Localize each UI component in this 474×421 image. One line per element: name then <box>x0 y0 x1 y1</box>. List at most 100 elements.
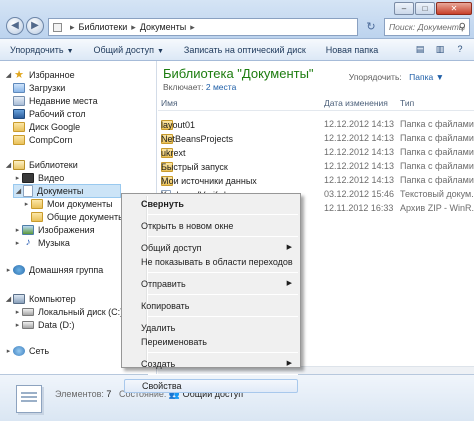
context-menu-item[interactable]: Общий доступ ▶ <box>124 241 298 255</box>
nav-item-label: Видео <box>38 173 65 183</box>
address-bar[interactable]: ▸ Библиотеки ▸ Документы ▸ <box>48 18 358 36</box>
context-menu-item[interactable]: Копировать <box>124 299 298 313</box>
file-name: ukrext <box>161 148 186 158</box>
nav-item-downloads[interactable]: Загрузки <box>13 81 65 95</box>
file-type: Папка с файлами <box>400 133 474 143</box>
expand-icon[interactable]: ▸ <box>13 174 22 182</box>
documents-library-icon <box>23 185 33 197</box>
file-date: 12.12.2012 14:13 <box>324 147 395 157</box>
file-name: Мои источники данных <box>161 176 257 186</box>
library-details-icon <box>16 385 42 413</box>
maximize-button[interactable]: □ <box>415 2 435 15</box>
column-header-date[interactable]: Дата изменения <box>324 98 388 108</box>
nav-item-public-documents[interactable]: Общие документы <box>31 210 125 224</box>
file-type: Папка с файлами <box>400 161 474 171</box>
nav-item-compcorn[interactable]: CompCorn <box>13 133 73 147</box>
share-label: Общий доступ <box>93 44 154 55</box>
file-row[interactable]: ukrext 12.12.2012 14:13 Папка с файлами <box>158 145 474 159</box>
expand-icon[interactable]: ▸ <box>4 347 13 355</box>
preview-pane-icon[interactable]: ▥ <box>432 42 448 57</box>
back-button[interactable]: ◀ <box>6 17 24 35</box>
nav-homegroup[interactable]: ▸ Домашняя группа <box>4 263 103 277</box>
context-menu-item[interactable]: Не показывать в области переходов <box>124 255 298 269</box>
file-row[interactable]: Мои источники данных 12.12.2012 14:13 Папк… <box>158 173 474 187</box>
nav-item-google-drive[interactable]: Диск Google <box>13 120 80 134</box>
nav-item-video[interactable]: ▸ Видео <box>13 171 64 185</box>
nav-item-drive-d[interactable]: ▸ Data (D:) <box>13 318 75 332</box>
collapse-icon[interactable]: ◢ <box>4 295 13 303</box>
menu-separator <box>148 272 298 273</box>
nav-network[interactable]: ▸ Сеть <box>4 344 49 358</box>
downloads-folder-icon <box>13 83 25 93</box>
nav-item-music[interactable]: ▸ ♪ Музыка <box>13 236 70 250</box>
file-name: Быстрый запуск <box>161 162 228 172</box>
nav-item-desktop[interactable]: Рабочий стол <box>13 107 86 121</box>
expand-icon[interactable]: ▸ <box>13 321 22 329</box>
view-icon[interactable]: ▤ <box>412 42 428 57</box>
expand-icon[interactable]: ▸ <box>13 239 22 247</box>
search-icon: ⚲ <box>458 22 466 33</box>
forward-button[interactable]: ▶ <box>26 17 44 35</box>
nav-item-label: Мои документы <box>47 199 113 209</box>
nav-favorites[interactable]: ◢ ★ Избранное <box>4 68 75 82</box>
breadcrumb-libraries[interactable]: Библиотеки <box>79 22 128 32</box>
arrange-label: Упорядочить: <box>348 72 402 82</box>
nav-favorites-label: Избранное <box>29 70 75 80</box>
context-menu-item[interactable]: Отправить ▶ <box>124 277 298 291</box>
chevron-right-icon: ▸ <box>131 21 136 32</box>
nav-item-drive-c[interactable]: ▸ Локальный диск (C:) <box>13 305 123 319</box>
expand-icon[interactable]: ▸ <box>13 226 22 234</box>
collapse-icon[interactable]: ◢ <box>4 71 13 79</box>
help-icon[interactable]: ? <box>452 42 468 57</box>
context-menu-item[interactable]: Открыть в новом окне <box>124 219 298 233</box>
expand-icon[interactable]: ▸ <box>4 266 13 274</box>
nav-item-label: Загрузки <box>29 83 66 93</box>
nav-computer[interactable]: ◢ Компьютер <box>4 292 76 306</box>
includes-locations-link[interactable]: 2 места <box>206 82 236 92</box>
context-menu-item[interactable]: Удалить <box>124 321 298 335</box>
nav-item-my-documents[interactable]: ▸ Мои документы <box>22 197 113 211</box>
close-button[interactable]: ✕ <box>436 2 472 15</box>
expand-icon[interactable]: ▸ <box>13 308 22 316</box>
drive-icon <box>22 308 34 316</box>
arrange-dropdown[interactable]: Папка ▼ <box>409 72 444 82</box>
nav-homegroup-label: Домашняя группа <box>29 265 104 275</box>
menu-item-label: Копировать <box>141 301 190 311</box>
nav-item-pictures[interactable]: ▸ Изображения <box>13 223 95 237</box>
pictures-library-icon <box>22 225 34 235</box>
context-menu-item[interactable]: Создать ▶ <box>124 357 298 371</box>
context-menu-item[interactable]: Свернуть <box>124 197 298 211</box>
search-input[interactable]: Поиск: Документы ⚲ <box>384 18 470 36</box>
expand-icon[interactable]: ▸ <box>22 200 31 208</box>
breadcrumb-documents[interactable]: Документы <box>140 22 186 32</box>
burn-disc-button[interactable]: Записать на оптический диск <box>174 45 316 55</box>
new-folder-button[interactable]: Новая папка <box>316 45 388 55</box>
includes-label: Включает: <box>163 82 204 92</box>
nav-item-label: Документы <box>37 186 84 196</box>
nav-libraries[interactable]: ◢ Библиотеки <box>4 158 78 172</box>
file-row[interactable]: Быстрый запуск 12.12.2012 14:13 Папка с фа… <box>158 159 474 173</box>
column-header-name[interactable]: Имя <box>161 98 178 108</box>
file-type: Архив ZIP - WinR... <box>400 203 474 213</box>
context-menu-item[interactable]: Свойства <box>124 379 298 393</box>
column-header-type[interactable]: Тип <box>400 98 414 108</box>
share-button[interactable]: Общий доступ ▼ <box>84 45 174 55</box>
file-date: 12.12.2012 14:13 <box>324 161 395 171</box>
menu-separator <box>148 214 298 215</box>
context-menu-item[interactable]: Переименовать <box>124 335 298 349</box>
title-bar: – □ ✕ ◀ ▶ ▸ Библиотеки ▸ Документы ▸ ↻ П… <box>0 0 474 39</box>
organize-button[interactable]: Упорядочить ▼ <box>0 45 84 55</box>
nav-item-documents[interactable]: ◢ Документы <box>13 184 121 198</box>
file-type: Папка с файлами <box>400 119 474 129</box>
collapse-icon[interactable]: ◢ <box>14 187 23 195</box>
refresh-icon[interactable]: ↻ <box>362 18 380 36</box>
computer-icon <box>13 294 25 304</box>
collapse-icon[interactable]: ◢ <box>4 161 13 169</box>
file-row[interactable]: NetBeansProjects 12.12.2012 14:13 Папка с … <box>158 131 474 145</box>
google-drive-folder-icon <box>13 122 25 132</box>
nav-item-recent-places[interactable]: Недавние места <box>13 94 98 108</box>
minimize-button[interactable]: – <box>394 2 414 15</box>
file-row[interactable]: layout01 12.12.2012 14:13 Папка с файлами <box>158 117 474 131</box>
window-controls: – □ ✕ <box>393 2 472 15</box>
menu-item-label: Переименовать <box>141 337 207 347</box>
